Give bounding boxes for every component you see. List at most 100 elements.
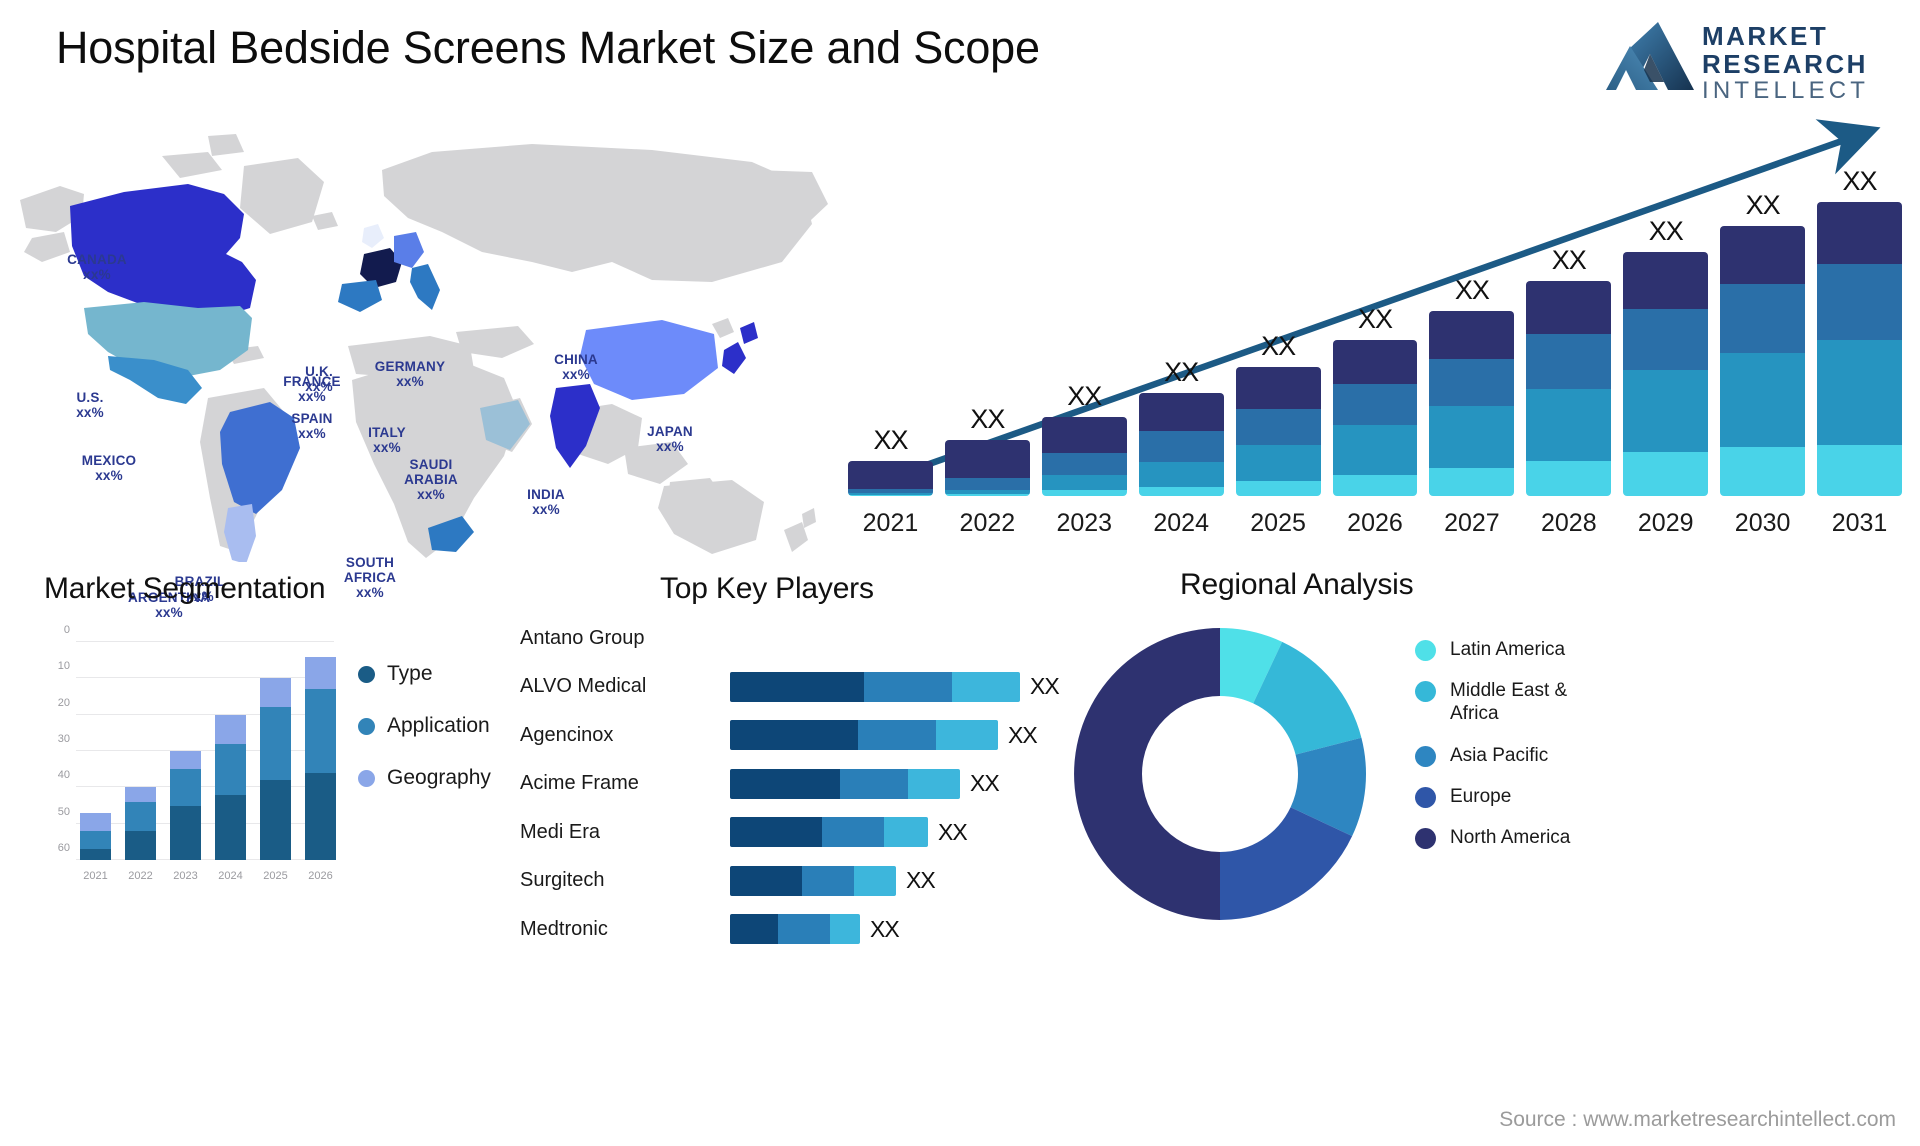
forecast-bar-value-label: XX bbox=[1357, 304, 1393, 335]
forecast-bar-segment bbox=[1817, 444, 1902, 496]
regional-analysis-panel: Latin America Middle East & Africa Asia Pa… bbox=[1060, 566, 1920, 946]
segmentation-legend-swatch-icon bbox=[358, 717, 375, 735]
forecast-bar-segment bbox=[1720, 284, 1806, 354]
player-row: ALVO Medical XX bbox=[520, 663, 1080, 712]
forecast-bar-column: XX bbox=[848, 166, 933, 496]
top-key-players-panel: Antano Group ALVO Medical XX Agencinox XX Aci… bbox=[520, 566, 1080, 945]
regional-legend-label: North America bbox=[1450, 826, 1571, 848]
player-name: Acime Frame bbox=[520, 772, 639, 795]
player-value-label: XX bbox=[870, 915, 900, 942]
segmentation-y-tick: 10 bbox=[57, 660, 70, 673]
forecast-bar-segment bbox=[1817, 263, 1902, 341]
segmentation-chart: 60 50 40 30 20 10 0 2021 2022 2023 2024 2025 2026 bbox=[40, 618, 350, 888]
map-label-name: JAPAN bbox=[647, 424, 693, 439]
segmentation-bar-segment bbox=[170, 769, 201, 806]
player-bar-wrapper: XX bbox=[730, 914, 1080, 945]
forecast-bar-segment bbox=[1041, 490, 1127, 496]
map-label-name: CANADA bbox=[67, 252, 127, 267]
forecast-year-label: 2021 bbox=[862, 509, 919, 537]
forecast-bar-segment bbox=[1817, 202, 1902, 264]
forecast-bar-segment bbox=[1720, 447, 1806, 496]
forecast-bar-segment bbox=[1623, 451, 1709, 496]
map-label-value: xx% bbox=[298, 389, 326, 405]
segmentation-bar-segment bbox=[305, 656, 336, 690]
map-country-spain bbox=[338, 280, 382, 312]
segmentation-bar-segment bbox=[80, 812, 111, 831]
segmentation-legend-label: Application bbox=[387, 714, 490, 737]
forecast-stacked-bar bbox=[944, 440, 1030, 496]
forecast-bar-segment bbox=[1041, 453, 1127, 476]
player-name: Agencinox bbox=[520, 723, 614, 746]
player-bar-segment bbox=[840, 768, 908, 799]
forecast-bar-segment bbox=[1138, 462, 1224, 488]
segmentation-bar-segment bbox=[125, 787, 156, 802]
forecast-bar-value-label: XX bbox=[1067, 380, 1102, 411]
forecast-bar-segment bbox=[1332, 475, 1418, 496]
forecast-stacked-bar bbox=[1720, 225, 1806, 496]
forecast-year-label: 2023 bbox=[1056, 509, 1113, 537]
forecast-bar-segment bbox=[944, 493, 1030, 496]
map-label-saudi-arabia: SAUDI ARABIA xx% bbox=[404, 457, 458, 502]
forecast-bar-column: XX bbox=[1041, 166, 1127, 496]
player-value-label: XX bbox=[1030, 673, 1060, 700]
player-row: Medtronic XX bbox=[520, 905, 1080, 954]
player-bar-wrapper: XX bbox=[730, 865, 1080, 896]
map-label-value: xx% bbox=[83, 267, 111, 283]
source-attribution: Source : www.marketresearchintellect.com bbox=[1499, 1108, 1896, 1131]
segmentation-bar-segment bbox=[260, 678, 291, 708]
forecast-bar-value-label: XX bbox=[1261, 330, 1296, 361]
map-label-mexico: MEXICO xx% bbox=[82, 453, 136, 483]
forecast-year-label: 2026 bbox=[1347, 509, 1403, 537]
map-label-india: INDIA xx% bbox=[527, 487, 565, 517]
map-label-u-s: U.S. xx% bbox=[76, 390, 104, 420]
player-stacked-bar bbox=[730, 817, 928, 848]
segmentation-bar-segment bbox=[260, 780, 291, 860]
player-value-label: XX bbox=[906, 867, 936, 894]
page-title: Hospital Bedside Screens Market Size and… bbox=[56, 22, 1040, 73]
regional-legend: Latin America Middle East & Africa Asia Pa… bbox=[1415, 638, 1600, 867]
regional-legend-item: Middle East & Africa bbox=[1415, 679, 1600, 725]
regional-legend-swatch-icon bbox=[1415, 681, 1436, 703]
player-row: Antano Group bbox=[520, 614, 1080, 663]
forecast-bar-segment bbox=[1235, 481, 1321, 496]
player-bar-segment bbox=[730, 720, 858, 751]
forecast-bar-value-label: XX bbox=[1551, 245, 1587, 276]
player-stacked-bar bbox=[730, 720, 998, 751]
forecast-bar-value-label: XX bbox=[1842, 166, 1878, 196]
segmentation-bar-column bbox=[215, 642, 246, 860]
forecast-stacked-bar bbox=[1817, 202, 1902, 496]
forecast-year-label: 2031 bbox=[1831, 509, 1888, 537]
map-country-japan bbox=[722, 342, 746, 374]
forecast-year-label: 2025 bbox=[1250, 509, 1306, 537]
player-value-label: XX bbox=[938, 818, 968, 845]
logo-line-research: RESEARCH bbox=[1702, 49, 1868, 80]
segmentation-bar-segment bbox=[215, 714, 246, 744]
segmentation-legend-label: Type bbox=[387, 662, 433, 685]
segmentation-legend-item: Geography bbox=[358, 766, 491, 790]
regional-legend-item: Europe bbox=[1415, 785, 1600, 808]
market-research-intellect-logo: MARKET RESEARCH INTELLECT bbox=[1606, 14, 1898, 104]
segmentation-bar-column bbox=[125, 642, 156, 860]
forecast-year-label: 2029 bbox=[1637, 509, 1694, 537]
donut-slice-north-america bbox=[1074, 628, 1220, 920]
segmentation-x-label: 2023 bbox=[173, 870, 198, 882]
map-country-uk bbox=[362, 224, 384, 248]
player-bar-segment bbox=[730, 768, 840, 799]
forecast-bar-column: XX bbox=[1429, 166, 1515, 496]
regional-legend-item: North America bbox=[1415, 826, 1600, 849]
forecast-stacked-bar bbox=[1235, 366, 1321, 496]
player-bar-segment bbox=[936, 720, 998, 751]
regional-legend-swatch-icon bbox=[1415, 640, 1436, 661]
map-label-china: CHINA xx% bbox=[554, 352, 598, 382]
player-bar-segment bbox=[952, 671, 1020, 702]
forecast-year-label: 2028 bbox=[1540, 509, 1597, 537]
segmentation-legend-item: Type bbox=[358, 662, 491, 686]
segmentation-bar-segment bbox=[170, 805, 201, 860]
forecast-bar-segment bbox=[1235, 444, 1321, 482]
forecast-year-axis: 2021 2022 2023 2024 2025 2026 2027 2028 2029 2030… bbox=[848, 509, 1902, 538]
regional-legend-item: Asia Pacific bbox=[1415, 744, 1600, 767]
forecast-stacked-bar bbox=[1138, 393, 1224, 496]
map-country-canada bbox=[70, 184, 256, 318]
forecast-bar-column: XX bbox=[1526, 166, 1612, 496]
map-country-argentina bbox=[224, 504, 256, 562]
